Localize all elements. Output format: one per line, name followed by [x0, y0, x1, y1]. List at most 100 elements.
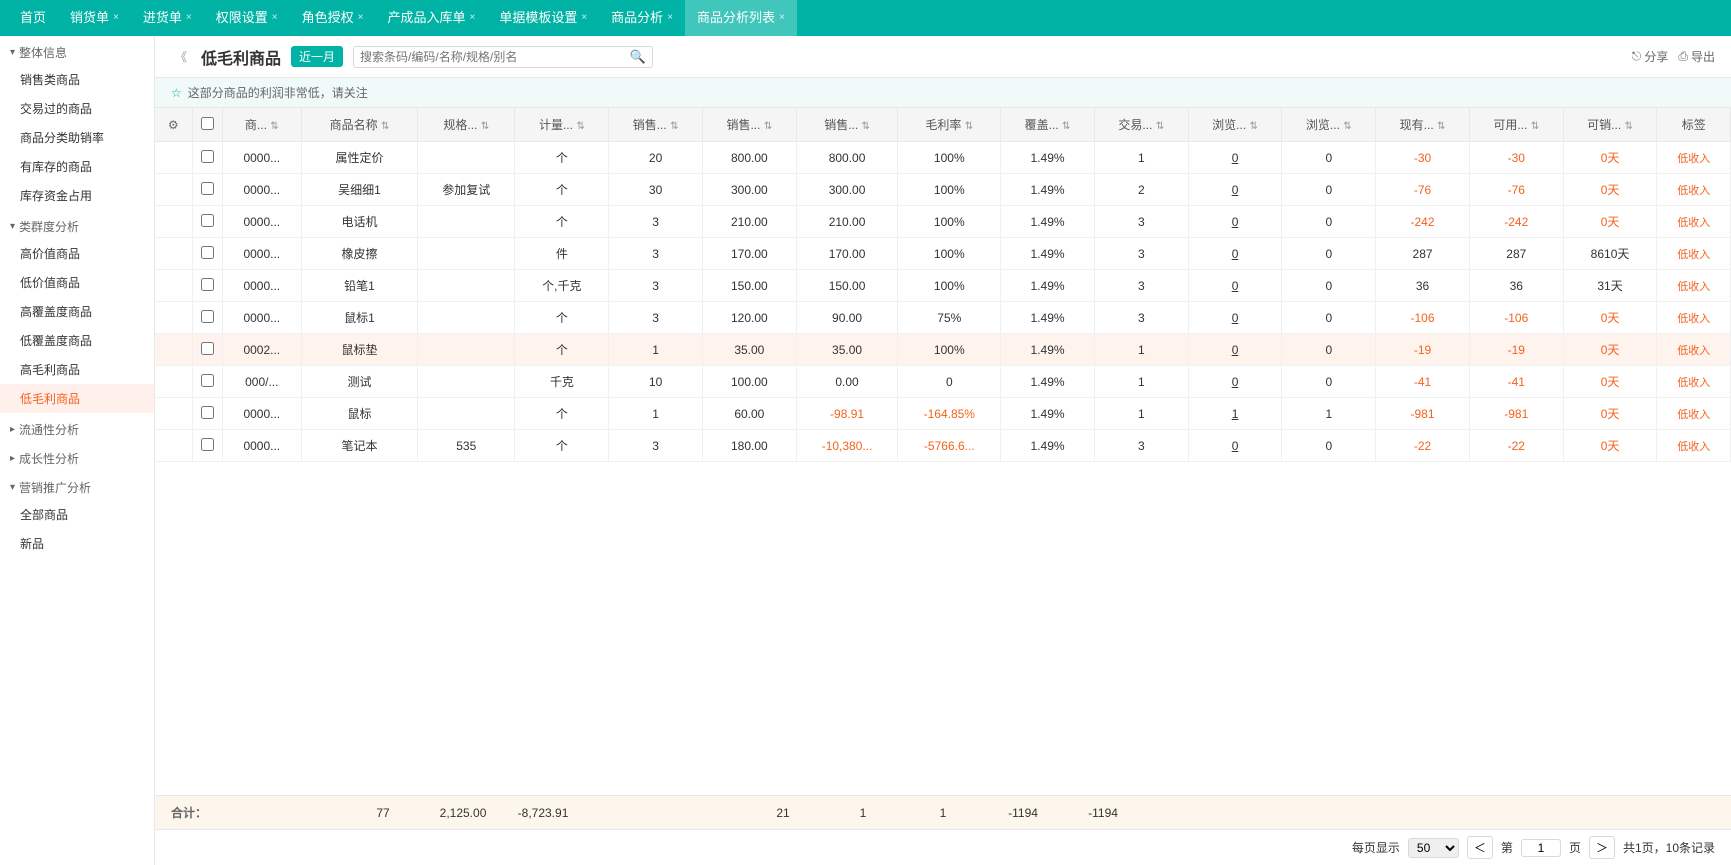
footer-total-label: 合计： — [171, 804, 207, 821]
nav-product-analysis-close-icon[interactable]: × — [667, 0, 673, 36]
sidebar-group-marketing[interactable]: ▾ 营销推广分析 — [0, 471, 154, 500]
sidebar-item-high-coverage[interactable]: 高覆盖度商品 — [0, 297, 154, 326]
search-box: 🔍 — [353, 46, 653, 68]
page-number-input[interactable] — [1521, 839, 1561, 857]
nav-product-analysis[interactable]: 商品分析 × — [599, 0, 685, 36]
sidebar-group-cluster[interactable]: ▾ 类群度分析 — [0, 210, 154, 239]
cell-tag-6: 低收入 — [1657, 334, 1731, 366]
nav-product-analysis-label: 商品分析 — [611, 0, 663, 36]
export-btn[interactable]: ⎙ 导出 — [1678, 48, 1715, 65]
search-icon[interactable]: 🔍 — [630, 49, 646, 65]
sidebar-item-low-margin[interactable]: 低毛利商品 — [0, 384, 154, 413]
prev-page-btn[interactable]: ＜ — [1467, 836, 1493, 859]
col-spec-header[interactable]: 规格... ⇅ — [418, 108, 515, 142]
nav-sales-close-icon[interactable]: × — [113, 0, 119, 36]
row-checkbox-3[interactable] — [201, 246, 214, 259]
nav-purchase-close-icon[interactable]: × — [186, 0, 192, 36]
cell-view1-4[interactable]: 0 — [1188, 270, 1282, 302]
row-checkbox-9[interactable] — [201, 438, 214, 451]
row-checkbox-6[interactable] — [201, 342, 214, 355]
row-checkbox-2[interactable] — [201, 214, 214, 227]
col-sales-profit-header[interactable]: 销售... ⇅ — [796, 108, 898, 142]
table-row: 0000... 吴细细1 参加复试 个 30 300.00 300.00 100… — [155, 174, 1731, 206]
sidebar-group-overall[interactable]: ▾ 整体信息 — [0, 36, 154, 65]
cell-view1-7[interactable]: 0 — [1188, 366, 1282, 398]
col-sales-count-header[interactable]: 销售... ⇅ — [609, 108, 703, 142]
col-settings-header[interactable]: ⚙ — [155, 108, 192, 142]
col-checkbox-header — [192, 108, 222, 142]
cell-sales-count-6: 1 — [609, 334, 703, 366]
sidebar-item-traded-products[interactable]: 交易过的商品 — [0, 94, 154, 123]
search-input[interactable] — [360, 50, 630, 64]
sidebar-item-low-value[interactable]: 低价值商品 — [0, 268, 154, 297]
col-view2-header[interactable]: 浏览... ⇅ — [1282, 108, 1376, 142]
cell-spec-5 — [418, 302, 515, 334]
nav-purchase-order[interactable]: 进货单 × — [131, 0, 204, 36]
cell-unit-1: 个 — [515, 174, 609, 206]
sidebar-item-in-stock[interactable]: 有库存的商品 — [0, 152, 154, 181]
col-code-header[interactable]: 商... ⇅ — [222, 108, 301, 142]
sidebar-item-sales-products[interactable]: 销售类商品 — [0, 65, 154, 94]
nav-home[interactable]: 首页 — [8, 0, 58, 36]
cell-view1-0[interactable]: 0 — [1188, 142, 1282, 174]
header-actions: ⎋ 分享 ⎙ 导出 — [1632, 48, 1715, 65]
cell-view1-1[interactable]: 0 — [1188, 174, 1282, 206]
page-size-select[interactable]: 50 100 200 — [1408, 838, 1459, 858]
row-checkbox-1[interactable] — [201, 182, 214, 195]
sidebar-group-flow[interactable]: ▸ 流通性分析 — [0, 413, 154, 442]
nav-sales-order[interactable]: 销货单 × — [58, 0, 131, 36]
nav-permission-close-icon[interactable]: × — [272, 0, 278, 36]
sidebar-group-growth[interactable]: ▸ 成长性分析 — [0, 442, 154, 471]
cell-checkbox-8 — [192, 398, 222, 430]
col-current-stock-header[interactable]: 现有... ⇅ — [1376, 108, 1470, 142]
col-transaction-header[interactable]: 交易... ⇅ — [1094, 108, 1188, 142]
sidebar-item-capital[interactable]: 库存资金占用 — [0, 181, 154, 210]
cell-view1-3[interactable]: 0 — [1188, 238, 1282, 270]
cell-sales-price-1: 300.00 — [702, 174, 796, 206]
cell-view1-6[interactable]: 0 — [1188, 334, 1282, 366]
sidebar-item-low-coverage[interactable]: 低覆盖度商品 — [0, 326, 154, 355]
sidebar-item-high-margin[interactable]: 高毛利商品 — [0, 355, 154, 384]
cell-view1-9[interactable]: 0 — [1188, 430, 1282, 462]
col-view1-header[interactable]: 浏览... ⇅ — [1188, 108, 1282, 142]
cell-view1-5[interactable]: 0 — [1188, 302, 1282, 334]
row-checkbox-4[interactable] — [201, 278, 214, 291]
select-all-checkbox[interactable] — [201, 117, 214, 130]
col-coverage-header[interactable]: 覆盖... ⇅ — [1001, 108, 1095, 142]
sidebar-collapse-btn[interactable]: 《 — [171, 44, 191, 69]
next-page-btn[interactable]: ＞ — [1589, 836, 1615, 859]
row-checkbox-0[interactable] — [201, 150, 214, 163]
col-settings-icon[interactable]: ⚙ — [168, 118, 179, 132]
sidebar-item-all-products[interactable]: 全部商品 — [0, 500, 154, 529]
nav-product-analysis-list[interactable]: 商品分析列表 × — [685, 0, 797, 36]
row-checkbox-7[interactable] — [201, 374, 214, 387]
share-btn[interactable]: ⎋ 分享 — [1632, 48, 1669, 65]
col-sales-price-header[interactable]: 销售... ⇅ — [702, 108, 796, 142]
col-saleable-header[interactable]: 可销... ⇅ — [1563, 108, 1657, 142]
cell-available-2: -242 — [1469, 206, 1563, 238]
sidebar-item-new-products[interactable]: 新品 — [0, 529, 154, 558]
row-checkbox-5[interactable] — [201, 310, 214, 323]
cell-tag-0: 低收入 — [1657, 142, 1731, 174]
cell-sales-count-2: 3 — [609, 206, 703, 238]
col-available-header[interactable]: 可用... ⇅ — [1469, 108, 1563, 142]
nav-role-auth[interactable]: 角色授权 × — [290, 0, 376, 36]
row-checkbox-8[interactable] — [201, 406, 214, 419]
nav-analysis-list-close-icon[interactable]: × — [779, 0, 785, 36]
date-filter-btn[interactable]: 近一月 — [291, 46, 343, 67]
cell-view1-8[interactable]: 1 — [1188, 398, 1282, 430]
sidebar-item-category-rate[interactable]: 商品分类助销率 — [0, 123, 154, 152]
nav-product-in-close-icon[interactable]: × — [469, 0, 475, 36]
nav-permission[interactable]: 权限设置 × — [204, 0, 290, 36]
col-unit-header[interactable]: 计量... ⇅ — [515, 108, 609, 142]
cell-view1-2[interactable]: 0 — [1188, 206, 1282, 238]
nav-product-in[interactable]: 产成品入库单 × — [375, 0, 487, 36]
table-header-row: ⚙ 商... ⇅ 商品名称 ⇅ 规格... ⇅ 计量... ⇅ 销售... ⇅ … — [155, 108, 1731, 142]
col-name-header[interactable]: 商品名称 ⇅ — [301, 108, 417, 142]
nav-role-close-icon[interactable]: × — [358, 0, 364, 36]
cell-sales-count-1: 30 — [609, 174, 703, 206]
nav-template[interactable]: 单据模板设置 × — [487, 0, 599, 36]
sidebar-item-high-value[interactable]: 高价值商品 — [0, 239, 154, 268]
col-margin-header[interactable]: 毛利率 ⇅ — [898, 108, 1001, 142]
nav-template-close-icon[interactable]: × — [581, 0, 587, 36]
